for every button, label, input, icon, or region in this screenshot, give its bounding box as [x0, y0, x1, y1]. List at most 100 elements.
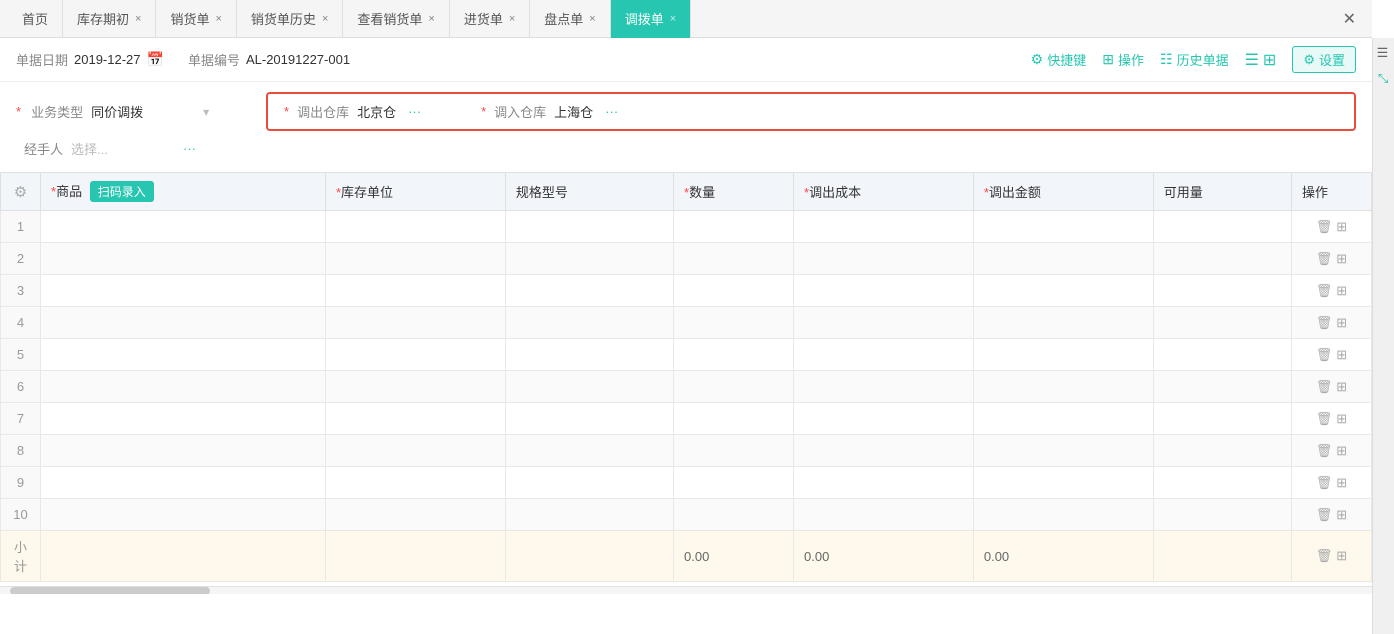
cell-amount-3[interactable]: [973, 275, 1153, 307]
copy-row-icon-3[interactable]: ⊞: [1336, 283, 1347, 298]
cell-spec-2[interactable]: [505, 243, 673, 275]
scrollbar-thumb[interactable]: [10, 587, 210, 594]
tab-close-6[interactable]: ×: [589, 13, 595, 25]
tab-item-5[interactable]: 进货单×: [450, 0, 530, 38]
settings-button[interactable]: ⚙ 设置: [1292, 46, 1356, 73]
cell-product-4[interactable]: [41, 307, 326, 339]
tab-item-0[interactable]: 首页: [8, 0, 63, 38]
cell-available-8[interactable]: [1153, 435, 1291, 467]
cell-qty-5[interactable]: [674, 339, 794, 371]
cell-qty-9[interactable]: [674, 467, 794, 499]
cell-available-4[interactable]: [1153, 307, 1291, 339]
cell-available-11[interactable]: [1153, 531, 1291, 582]
delete-row-icon-3[interactable]: 🗑: [1316, 283, 1333, 298]
cell-spec-5[interactable]: [505, 339, 673, 371]
operation-button[interactable]: ⊞ 操作: [1102, 50, 1144, 69]
cell-product-8[interactable]: [41, 435, 326, 467]
cell-product-3[interactable]: [41, 275, 326, 307]
cell-cost-7[interactable]: [794, 403, 974, 435]
cell-product-9[interactable]: [41, 467, 326, 499]
cell-unit-7[interactable]: [325, 403, 505, 435]
cell-amount-1[interactable]: [973, 211, 1153, 243]
cell-spec-1[interactable]: [505, 211, 673, 243]
cell-qty-4[interactable]: [674, 307, 794, 339]
cell-spec-9[interactable]: [505, 467, 673, 499]
cell-product-10[interactable]: [41, 499, 326, 531]
cell-available-10[interactable]: [1153, 499, 1291, 531]
cell-amount-4[interactable]: [973, 307, 1153, 339]
delete-row-icon-8[interactable]: 🗑: [1316, 443, 1333, 458]
cell-qty-1[interactable]: [674, 211, 794, 243]
tab-item-3[interactable]: 销货单历史×: [237, 0, 343, 38]
cell-available-1[interactable]: [1153, 211, 1291, 243]
cell-cost-5[interactable]: [794, 339, 974, 371]
delete-row-icon-6[interactable]: 🗑: [1316, 379, 1333, 394]
cell-available-3[interactable]: [1153, 275, 1291, 307]
cell-product-1[interactable]: [41, 211, 326, 243]
business-type-dropdown-icon[interactable]: ▾: [203, 105, 209, 119]
cell-cost-1[interactable]: [794, 211, 974, 243]
copy-row-icon-10[interactable]: ⊞: [1336, 507, 1347, 522]
cell-spec-10[interactable]: [505, 499, 673, 531]
delete-row-icon-11[interactable]: 🗑: [1316, 548, 1333, 563]
cell-available-7[interactable]: [1153, 403, 1291, 435]
cell-cost-9[interactable]: [794, 467, 974, 499]
cell-spec-11[interactable]: [505, 531, 673, 582]
tab-item-7[interactable]: 调拨单×: [611, 0, 691, 38]
cell-product-6[interactable]: [41, 371, 326, 403]
cell-available-5[interactable]: [1153, 339, 1291, 371]
copy-row-icon-9[interactable]: ⊞: [1336, 475, 1347, 490]
delete-row-icon-7[interactable]: 🗑: [1316, 411, 1333, 426]
cell-qty-7[interactable]: [674, 403, 794, 435]
cell-unit-11[interactable]: [325, 531, 505, 582]
cell-cost-10[interactable]: [794, 499, 974, 531]
delete-row-icon-9[interactable]: 🗑: [1316, 475, 1333, 490]
cell-spec-3[interactable]: [505, 275, 673, 307]
cell-amount-11[interactable]: 0.00: [973, 531, 1153, 582]
cell-unit-6[interactable]: [325, 371, 505, 403]
tab-close-5[interactable]: ×: [509, 13, 515, 25]
cell-amount-2[interactable]: [973, 243, 1153, 275]
handler-placeholder[interactable]: 选择...: [71, 139, 171, 158]
cell-available-2[interactable]: [1153, 243, 1291, 275]
history-button[interactable]: ☷ 历史单据: [1160, 50, 1229, 69]
cell-qty-3[interactable]: [674, 275, 794, 307]
list-view-icon[interactable]: ☰: [1245, 50, 1259, 70]
copy-row-icon-5[interactable]: ⊞: [1336, 347, 1347, 362]
cell-unit-8[interactable]: [325, 435, 505, 467]
cell-available-9[interactable]: [1153, 467, 1291, 499]
copy-row-icon-6[interactable]: ⊞: [1336, 379, 1347, 394]
tab-close-2[interactable]: ×: [215, 13, 221, 25]
cell-amount-6[interactable]: [973, 371, 1153, 403]
cell-unit-3[interactable]: [325, 275, 505, 307]
copy-row-icon-7[interactable]: ⊞: [1336, 411, 1347, 426]
cell-unit-2[interactable]: [325, 243, 505, 275]
scan-input-button[interactable]: 扫码录入: [90, 181, 154, 202]
cell-unit-1[interactable]: [325, 211, 505, 243]
out-warehouse-more-icon[interactable]: ···: [408, 104, 421, 119]
sidebar-expand-icon[interactable]: ⤢: [1376, 73, 1391, 83]
cell-cost-4[interactable]: [794, 307, 974, 339]
delete-row-icon-1[interactable]: 🗑: [1316, 219, 1333, 234]
cell-unit-10[interactable]: [325, 499, 505, 531]
cell-spec-4[interactable]: [505, 307, 673, 339]
cell-unit-4[interactable]: [325, 307, 505, 339]
grid-view-icon[interactable]: ⊞: [1263, 50, 1276, 70]
cell-cost-11[interactable]: 0.00: [794, 531, 974, 582]
cell-spec-8[interactable]: [505, 435, 673, 467]
handler-more-icon[interactable]: ···: [183, 141, 196, 156]
tab-close-4[interactable]: ×: [428, 13, 434, 25]
cell-cost-6[interactable]: [794, 371, 974, 403]
tab-item-4[interactable]: 查看销货单×: [343, 0, 449, 38]
copy-row-icon-11[interactable]: ⊞: [1336, 548, 1347, 563]
copy-row-icon-1[interactable]: ⊞: [1336, 219, 1347, 234]
copy-row-icon-4[interactable]: ⊞: [1336, 315, 1347, 330]
table-scroll-area[interactable]: ⚙ *商品 扫码录入 *库存单位 规格型号 *数量 *调出成本 *调出金额 可用…: [0, 172, 1372, 586]
calendar-icon[interactable]: 📅: [147, 51, 164, 68]
cell-amount-5[interactable]: [973, 339, 1153, 371]
cell-cost-3[interactable]: [794, 275, 974, 307]
cell-product-7[interactable]: [41, 403, 326, 435]
cell-product-5[interactable]: [41, 339, 326, 371]
sidebar-list-icon[interactable]: ☰: [1376, 46, 1391, 61]
delete-row-icon-10[interactable]: 🗑: [1316, 507, 1333, 522]
